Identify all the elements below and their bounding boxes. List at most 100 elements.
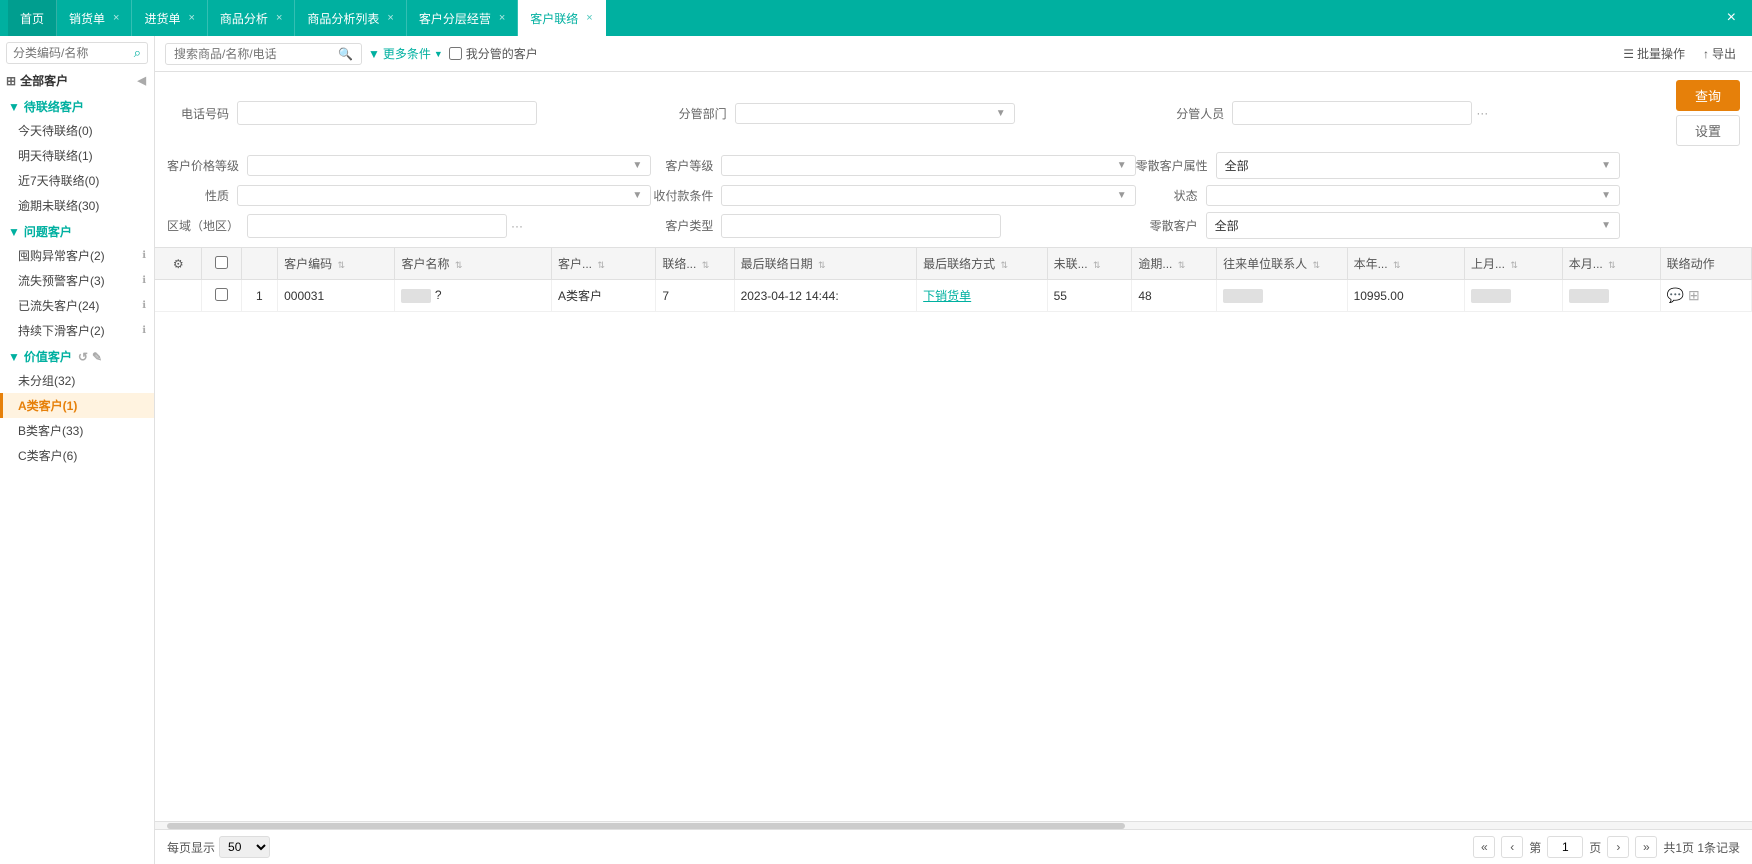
tab-customer-contact[interactable]: 客户联络 × (518, 0, 605, 36)
sidebar-item-churned[interactable]: 已流失客户(24) ℹ (0, 293, 154, 318)
col-this-month-resizer[interactable] (1656, 248, 1660, 279)
first-page-btn[interactable]: « (1473, 836, 1495, 858)
row-checkbox[interactable] (215, 288, 228, 301)
link-action-icon[interactable]: ⊞ (1688, 287, 1700, 304)
tab-product-list[interactable]: 商品分析列表 × (295, 0, 406, 36)
col-this-month-header[interactable]: 本月... ⇅ (1562, 248, 1660, 280)
tab-purchase[interactable]: 进货单 × (132, 0, 207, 36)
last-page-btn[interactable]: » (1635, 836, 1657, 858)
price-level-select[interactable]: ▼ (247, 155, 651, 176)
close-product-list-icon[interactable]: × (387, 12, 393, 24)
row-check-cell[interactable] (202, 280, 241, 312)
col-contact-header[interactable]: 联络... ⇅ (656, 248, 734, 280)
search-box[interactable]: 🔍 (165, 43, 362, 65)
sidebar-item-today[interactable]: 今天待联络(0) (0, 118, 154, 143)
col-last-method-sort[interactable]: ⇅ (1001, 260, 1009, 270)
sidebar-item-tomorrow[interactable]: 明天待联络(1) (0, 143, 154, 168)
sidebar-search-input[interactable] (13, 46, 134, 60)
per-page-dropdown[interactable]: 50 100 200 (219, 836, 270, 858)
next-page-btn[interactable]: › (1607, 836, 1629, 858)
col-type-header[interactable]: 客户... ⇅ (551, 248, 655, 280)
col-unit-contact-resizer[interactable] (1343, 248, 1347, 279)
churn-warning-info-icon[interactable]: ℹ (142, 275, 146, 286)
page-number-input[interactable] (1547, 836, 1583, 858)
query-button[interactable]: 查询 (1676, 80, 1740, 111)
close-purchase-icon[interactable]: × (188, 12, 194, 24)
col-last-date-resizer[interactable] (912, 248, 916, 279)
nature-select[interactable]: ▼ (237, 185, 651, 206)
col-overdue-resizer[interactable] (1212, 248, 1216, 279)
phone-input[interactable] (237, 101, 537, 125)
col-name-header[interactable]: 客户名称 ⇅ (395, 248, 552, 280)
scatter-attr-select[interactable]: 全部 ▼ (1216, 152, 1620, 179)
sidebar-item-churn-warning[interactable]: 流失预警客户(3) ℹ (0, 268, 154, 293)
col-code-header[interactable]: 客户编码 ⇅ (278, 248, 395, 280)
gear-icon[interactable]: ⚙ (173, 257, 184, 271)
person-input[interactable] (1232, 101, 1472, 125)
churned-info-icon[interactable]: ℹ (142, 300, 146, 311)
sidebar-search-icon[interactable]: ⌕ (134, 45, 141, 61)
person-dots[interactable]: ··· (1472, 106, 1492, 120)
col-overdue-sort[interactable]: ⇅ (1178, 260, 1186, 270)
select-all-checkbox[interactable] (215, 256, 228, 269)
col-contact-sort[interactable]: ⇅ (702, 260, 710, 270)
col-last-date-sort[interactable]: ⇅ (818, 260, 826, 270)
col-last-month-sort[interactable]: ⇅ (1510, 260, 1518, 270)
col-last-method-resizer[interactable] (1043, 248, 1047, 279)
customer-level-select[interactable]: ▼ (721, 155, 1135, 176)
col-this-month-sort[interactable]: ⇅ (1608, 260, 1616, 270)
sidebar-item-7days[interactable]: 近7天待联络(0) (0, 168, 154, 193)
col-check-header[interactable] (202, 248, 241, 280)
sidebar-search-box[interactable]: ⌕ (6, 42, 148, 64)
sidebar-group-problem[interactable]: ▼ 问题客户 (0, 218, 154, 243)
sidebar-all-customers[interactable]: ⊞ 全部客户 ◀ (0, 68, 154, 93)
batch-operations-btn[interactable]: ☰ 批量操作 (1617, 42, 1691, 65)
tab-sales[interactable]: 销货单 × (57, 0, 132, 36)
col-name-resizer[interactable] (547, 248, 551, 279)
col-last-date-header[interactable]: 最后联络日期 ⇅ (734, 248, 917, 280)
settings-button[interactable]: 设置 (1676, 115, 1740, 146)
col-last-month-resizer[interactable] (1558, 248, 1562, 279)
col-gear-header[interactable]: ⚙ (155, 248, 202, 280)
dept-select[interactable]: ▼ (735, 103, 1015, 124)
tab-product-analysis[interactable]: 商品分析 × (208, 0, 295, 36)
tab-home[interactable]: 首页 (8, 0, 57, 36)
sidebar-group-pending[interactable]: ▼ 待联络客户 (0, 93, 154, 118)
sidebar-item-class-b[interactable]: B类客户(33) (0, 418, 154, 443)
col-type-sort[interactable]: ⇅ (597, 260, 605, 270)
value-edit-icon[interactable]: ✎ (92, 350, 102, 364)
col-this-year-resizer[interactable] (1460, 248, 1464, 279)
col-unlinked-sort[interactable]: ⇅ (1093, 260, 1101, 270)
customer-type-input[interactable] (721, 214, 1001, 238)
col-unit-contact-header[interactable]: 往来单位联系人 ⇅ (1217, 248, 1347, 280)
sidebar-collapse-icon[interactable]: ◀ (138, 74, 146, 87)
col-check-resizer[interactable] (237, 248, 241, 279)
col-this-year-sort[interactable]: ⇅ (1393, 260, 1401, 270)
payment-select[interactable]: ▼ (721, 185, 1135, 206)
col-name-sort[interactable]: ⇅ (455, 260, 463, 270)
close-product-analysis-icon[interactable]: × (276, 12, 282, 24)
hoarding-info-icon[interactable]: ℹ (142, 250, 146, 261)
row-last-method[interactable]: 下销货单 (923, 289, 971, 303)
my-customers-checkbox[interactable] (449, 47, 462, 60)
sidebar-item-unclassified[interactable]: 未分组(32) (0, 368, 154, 393)
close-customer-contact-icon[interactable]: × (586, 12, 592, 24)
sidebar-group-value[interactable]: ▼ 价值客户 ↺ ✎ (0, 343, 154, 368)
sidebar-item-class-c[interactable]: C类客户(6) (0, 443, 154, 468)
col-unlinked-header[interactable]: 未联... ⇅ (1047, 248, 1132, 280)
main-search-icon[interactable]: 🔍 (338, 47, 353, 61)
main-search-input[interactable] (174, 47, 334, 61)
nav-global-close-icon[interactable]: × (1719, 5, 1744, 31)
sidebar-item-class-a[interactable]: A类客户(1) (0, 393, 154, 418)
status-select[interactable]: ▼ (1206, 185, 1620, 206)
col-action-header[interactable]: 联络动作 (1660, 248, 1751, 280)
col-last-method-header[interactable]: 最后联络方式 ⇅ (917, 248, 1047, 280)
declining-info-icon[interactable]: ℹ (142, 325, 146, 336)
value-refresh-icon[interactable]: ↺ (78, 350, 88, 364)
sidebar-item-declining[interactable]: 持续下滑客户(2) ℹ (0, 318, 154, 343)
col-unit-contact-sort[interactable]: ⇅ (1313, 260, 1321, 270)
region-input[interactable] (247, 214, 507, 238)
message-action-icon[interactable]: 💬 (1667, 287, 1684, 304)
sidebar-item-overdue[interactable]: 逾期未联络(30) (0, 193, 154, 218)
col-code-sort[interactable]: ⇅ (337, 260, 345, 270)
